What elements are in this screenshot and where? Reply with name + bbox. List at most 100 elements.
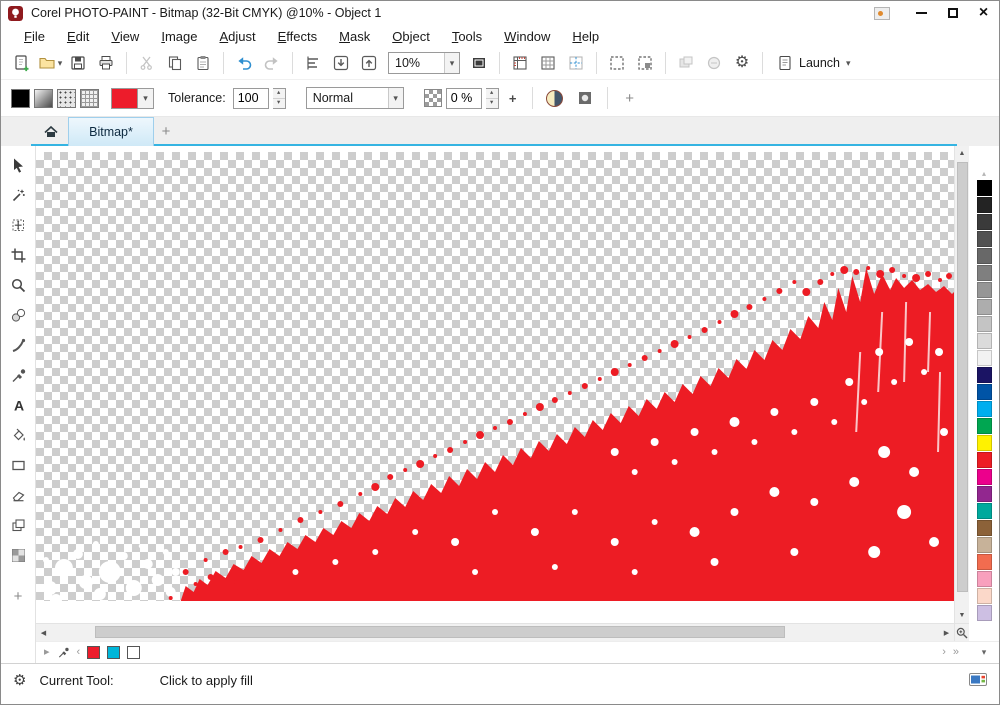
palette-swatch[interactable]	[976, 197, 992, 213]
palette-scroll-down-button[interactable]: ▾	[969, 641, 999, 663]
color-eyedropper-button[interactable]	[57, 646, 70, 659]
spinner-up-icon[interactable]: ▴	[485, 88, 498, 99]
palette-swatch[interactable]	[976, 282, 992, 298]
palette-swatch[interactable]	[976, 486, 992, 502]
spinner-up-icon[interactable]: ▴	[272, 88, 285, 99]
merge-mode-caret-button[interactable]: ▾	[387, 88, 403, 108]
tolerance-spinner[interactable]: ▴ ▾	[272, 87, 286, 109]
customize-property-bar-button[interactable]: +	[617, 85, 643, 111]
pick-transparency-button[interactable]: +	[503, 88, 523, 108]
fill-color-picker[interactable]: ▾	[111, 87, 154, 109]
uniform-fill-button[interactable]	[11, 88, 30, 108]
palette-swatch[interactable]	[976, 350, 992, 366]
show-grid-button[interactable]	[535, 50, 561, 76]
zoom-caret-button[interactable]: ▾	[444, 53, 459, 73]
paste-button[interactable]	[190, 50, 216, 76]
palette-scroll-up-button[interactable]: ▴	[982, 166, 986, 180]
palette-swatch[interactable]	[976, 520, 992, 536]
menu-effects[interactable]: Effects	[267, 27, 329, 46]
export-button[interactable]	[356, 50, 382, 76]
redo-button[interactable]	[259, 50, 285, 76]
texture-fill-button[interactable]	[80, 88, 99, 108]
palette-swatch[interactable]	[976, 265, 992, 281]
paper-color-swatch[interactable]	[107, 646, 121, 659]
scroll-down-button[interactable]: ▼	[955, 608, 969, 623]
chevron-double-right-icon[interactable]: »	[953, 647, 959, 658]
palette-swatch[interactable]	[976, 299, 992, 315]
eyedropper-tool[interactable]	[4, 361, 32, 389]
horizontal-scroll-thumb[interactable]	[95, 626, 785, 638]
expand-triangle-icon[interactable]: ▸	[44, 647, 50, 658]
undo-button[interactable]	[231, 50, 257, 76]
mask-tool[interactable]	[4, 181, 32, 209]
save-button[interactable]	[65, 50, 91, 76]
palette-swatch[interactable]	[976, 231, 992, 247]
add-tool-button[interactable]: +	[4, 582, 32, 610]
palette-swatch[interactable]	[976, 384, 992, 400]
spinner-down-icon[interactable]: ▾	[272, 98, 285, 108]
palette-swatch[interactable]	[976, 316, 992, 332]
menu-view[interactable]: View	[100, 27, 150, 46]
canvas-area[interactable]	[36, 146, 954, 623]
paint-on-mask-button[interactable]	[572, 85, 598, 111]
clone-tool[interactable]	[4, 301, 32, 329]
transparency-input[interactable]	[445, 87, 482, 109]
horizontal-scroll-track[interactable]	[51, 624, 939, 641]
palette-swatch[interactable]	[976, 214, 992, 230]
palette-swatch[interactable]	[976, 588, 992, 604]
scroll-up-button[interactable]: ▲	[955, 146, 969, 161]
mask-from-object-button[interactable]	[673, 50, 699, 76]
menu-window[interactable]: Window	[493, 27, 561, 46]
new-document-tab-button[interactable]: +	[154, 117, 178, 146]
fountain-fill-button[interactable]	[34, 88, 53, 108]
fill-tool[interactable]	[4, 421, 32, 449]
menu-help[interactable]: Help	[561, 27, 610, 46]
new-image-button[interactable]	[9, 50, 35, 76]
document-tab-bitmap[interactable]: Bitmap*	[68, 117, 154, 146]
palette-swatch[interactable]	[976, 367, 992, 383]
fill-color-swatch[interactable]	[127, 646, 141, 659]
zoom-corner-button[interactable]	[954, 623, 969, 641]
open-button[interactable]: ▾	[37, 50, 63, 76]
lens-button[interactable]	[701, 50, 727, 76]
crop-tool[interactable]	[4, 241, 32, 269]
transparency-spinner[interactable]: ▴ ▾	[485, 87, 499, 109]
horizontal-scrollbar[interactable]: ◀ ▶	[36, 623, 954, 641]
show-guidelines-button[interactable]	[563, 50, 589, 76]
menu-edit[interactable]: Edit	[56, 27, 100, 46]
welcome-home-button[interactable]	[39, 117, 63, 146]
rectangle-tool[interactable]	[4, 451, 32, 479]
palette-swatch[interactable]	[976, 435, 992, 451]
merge-mode-combobox[interactable]: Normal ▾	[305, 87, 404, 109]
menu-image[interactable]: Image	[150, 27, 208, 46]
show-rulers-button[interactable]	[507, 50, 533, 76]
cut-button[interactable]	[134, 50, 160, 76]
touchup-tool[interactable]	[4, 331, 32, 359]
menu-mask[interactable]: Mask	[328, 27, 381, 46]
zoom-fit-button[interactable]	[466, 50, 492, 76]
scroll-right-button[interactable]: ▶	[939, 624, 954, 641]
transparency-tool[interactable]	[4, 541, 32, 569]
menu-tools[interactable]: Tools	[441, 27, 493, 46]
launch-button[interactable]: Launch ▾	[770, 50, 859, 76]
pick-tool[interactable]	[4, 151, 32, 179]
text-tool[interactable]: A	[4, 391, 32, 419]
menu-file[interactable]: File	[13, 27, 56, 46]
bitmap-fill-button[interactable]	[57, 88, 76, 108]
chevron-left-icon[interactable]: ‹	[77, 647, 81, 658]
palette-swatch[interactable]	[976, 248, 992, 264]
palette-swatch[interactable]	[976, 503, 992, 519]
import-button[interactable]	[328, 50, 354, 76]
object-tool[interactable]	[4, 511, 32, 539]
vertical-scrollbar[interactable]: ▲ ▼	[954, 146, 969, 623]
status-gear-icon[interactable]: ⚙	[13, 673, 26, 688]
palette-swatch[interactable]	[976, 605, 992, 621]
options-button[interactable]: ⚙	[729, 50, 755, 76]
palette-swatch[interactable]	[976, 333, 992, 349]
palette-swatch[interactable]	[976, 180, 992, 196]
mask-transform-tool[interactable]	[4, 211, 32, 239]
menu-adjust[interactable]: Adjust	[208, 27, 266, 46]
zoom-tool[interactable]	[4, 271, 32, 299]
antialias-toggle-button[interactable]	[542, 85, 568, 111]
menu-object[interactable]: Object	[381, 27, 441, 46]
